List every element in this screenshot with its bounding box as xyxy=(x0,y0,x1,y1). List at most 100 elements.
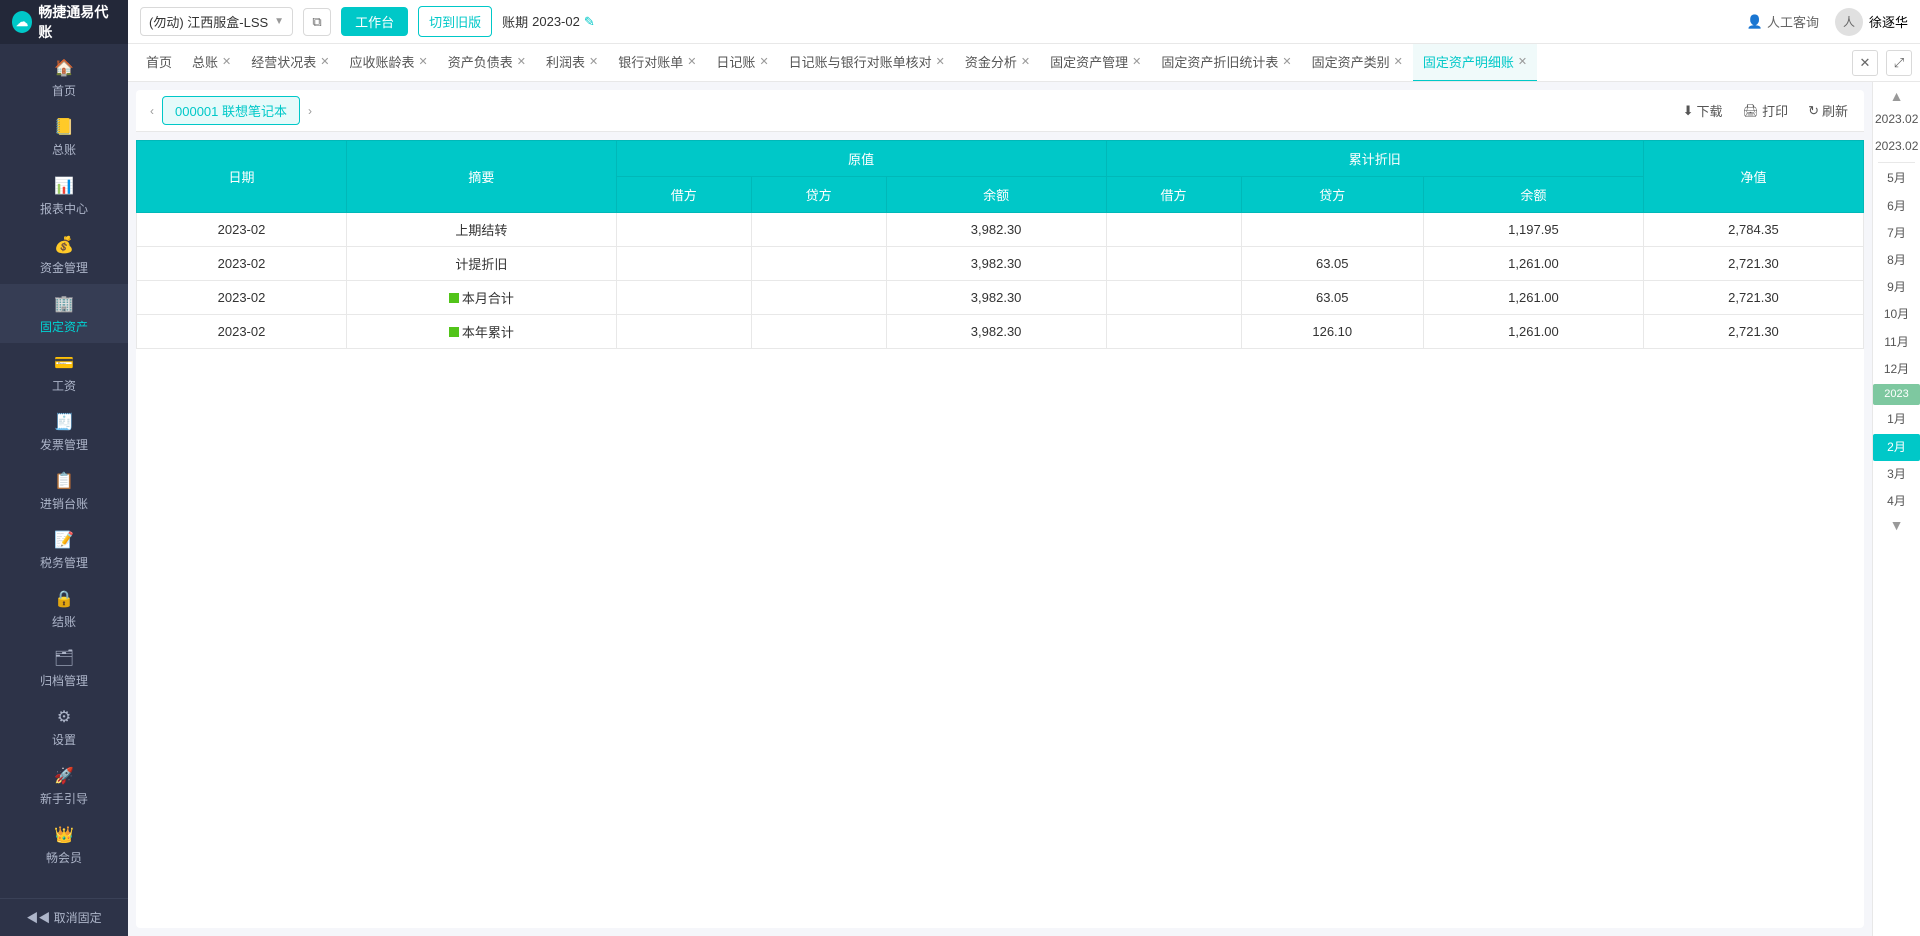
sidebar-item-closing[interactable]: 🔒 结账 xyxy=(0,579,128,638)
tab-ledger[interactable]: 总账✕ xyxy=(182,44,241,82)
cell-date: 2023-02 xyxy=(137,213,347,247)
sidebar-item-home[interactable]: 🏠 首页 xyxy=(0,48,128,107)
workbench-button[interactable]: 工作台 xyxy=(341,7,408,36)
th-accum-credit: 贷方 xyxy=(1241,177,1423,213)
asset-nav-item[interactable]: 000001 联想笔记本 xyxy=(162,96,300,125)
tab-journal-bank[interactable]: 日记账与银行对账单核对 ✕ xyxy=(779,44,955,82)
side-panel-month-m5[interactable]: 5月 xyxy=(1873,165,1920,192)
cell-orig-debit xyxy=(616,281,751,315)
sidebar-item-sales[interactable]: 📋 进销台账 xyxy=(0,461,128,520)
maximize-button[interactable]: ⤢ xyxy=(1886,50,1912,76)
tab-close-profit[interactable]: ✕ xyxy=(589,55,598,68)
sidebar-item-member[interactable]: 👑 畅会员 xyxy=(0,815,128,874)
side-panel-month2-m3[interactable]: 3月 xyxy=(1873,461,1920,488)
sidebar-item-guide[interactable]: 🚀 新手引导 xyxy=(0,756,128,815)
cell-accum-debit xyxy=(1106,247,1241,281)
sidebar-footer[interactable]: ◀◀ 取消固定 xyxy=(0,898,128,936)
tab-fixed-mgmt[interactable]: 固定资产管理✕ xyxy=(1040,44,1151,82)
download-button[interactable]: ⬇ 下载 xyxy=(1677,97,1729,124)
tab-label-profit: 利润表 xyxy=(546,52,585,71)
copy-button[interactable]: ⧉ xyxy=(303,8,331,36)
company-arrow-icon: ▼ xyxy=(274,16,284,27)
tab-home[interactable]: 首页 xyxy=(136,44,182,82)
tab-biz-status[interactable]: 经营状况表 ✕ xyxy=(241,44,339,82)
tab-close-journal-bank[interactable]: ✕ xyxy=(936,55,945,68)
sidebar-item-reports[interactable]: 📊 报表中心 xyxy=(0,166,128,225)
side-panel-month-m12[interactable]: 12月 xyxy=(1873,356,1920,383)
home-icon: 🏠 xyxy=(54,58,74,78)
side-panel-2023-02-top[interactable]: 2023.02 xyxy=(1873,106,1920,133)
tab-close-fund-analysis[interactable]: ✕ xyxy=(1021,55,1030,68)
side-panel-month2-m2[interactable]: 2月 xyxy=(1873,434,1920,461)
tab-receivables[interactable]: 应收账龄表✕ xyxy=(339,44,437,82)
tab-fund-analysis[interactable]: 资金分析✕ xyxy=(955,44,1040,82)
cell-summary: 本月合计 xyxy=(346,281,616,315)
sidebar-item-tax[interactable]: 📝 税务管理 xyxy=(0,520,128,579)
tab-journal[interactable]: 日记账✕ xyxy=(706,44,778,82)
tab-close-receivables[interactable]: ✕ xyxy=(419,55,428,68)
closing-icon: 🔒 xyxy=(54,589,74,609)
tab-fixed-cat[interactable]: 固定资产类别✕ xyxy=(1302,44,1413,82)
side-panel-scroll-up[interactable]: ▲ xyxy=(1888,86,1906,106)
tab-fixed-depr[interactable]: 固定资产折旧统计表 ✕ xyxy=(1151,44,1301,82)
nav-prev-icon[interactable]: ‹ xyxy=(146,102,158,120)
refresh-button[interactable]: ↻ 刷新 xyxy=(1802,97,1854,124)
tab-close-biz-status[interactable]: ✕ xyxy=(320,55,329,68)
switch-version-button[interactable]: 切到旧版 xyxy=(418,6,492,37)
tab-label-fixed-depr: 固定资产折旧统计表 xyxy=(1161,52,1278,71)
tab-fixed-detail[interactable]: 固定资产明细账✕ xyxy=(1413,44,1537,82)
company-selector[interactable]: (勿动) 江西服盒-LSS ▼ xyxy=(140,7,293,36)
print-label: 打印 xyxy=(1762,101,1788,120)
user-menu[interactable]: 人 徐逐华 xyxy=(1835,8,1908,36)
tab-bank-stmt[interactable]: 银行对账单✕ xyxy=(608,44,706,82)
tab-close-journal[interactable]: ✕ xyxy=(759,55,768,68)
tab-close-balance[interactable]: ✕ xyxy=(517,55,526,68)
tab-close-bank-stmt[interactable]: ✕ xyxy=(687,55,696,68)
print-button[interactable]: 🖨 打印 xyxy=(1737,97,1795,124)
sidebar-item-funds[interactable]: 💰 资金管理 xyxy=(0,225,128,284)
side-panel-month-m8[interactable]: 8月 xyxy=(1873,247,1920,274)
settings-icon: ⚙ xyxy=(57,707,71,727)
download-label: 下载 xyxy=(1697,101,1723,120)
summary-tag: 本年累计 xyxy=(449,322,514,341)
tab-close-fixed-depr[interactable]: ✕ xyxy=(1282,55,1291,68)
cell-orig-balance: 3,982.30 xyxy=(886,213,1106,247)
side-panel-month-m6[interactable]: 6月 xyxy=(1873,193,1920,220)
green-square-icon xyxy=(449,327,459,337)
sidebar-item-invoice[interactable]: 🧾 发票管理 xyxy=(0,402,128,461)
green-square-icon xyxy=(449,293,459,303)
close-all-button[interactable]: ✕ xyxy=(1852,50,1878,76)
guide-icon: 🚀 xyxy=(54,766,74,786)
topbar: (勿动) 江西服盒-LSS ▼ ⧉ 工作台 切到旧版 账期 2023-02 ✎ … xyxy=(128,0,1920,44)
nav-next-icon[interactable]: › xyxy=(304,102,316,120)
sub-nav-actions: ⬇ 下载 🖨 打印 ↻ 刷新 xyxy=(1677,97,1854,124)
tab-balance[interactable]: 资产负债表✕ xyxy=(438,44,536,82)
side-panel-month2-m4[interactable]: 4月 xyxy=(1873,488,1920,515)
side-panel-month-m9[interactable]: 9月 xyxy=(1873,274,1920,301)
sidebar-item-archive[interactable]: 🗂 归档管理 xyxy=(0,638,128,697)
tab-label-biz-status: 经营状况表 xyxy=(251,52,316,71)
sidebar-item-salary[interactable]: 💳 工资 xyxy=(0,343,128,402)
th-net-value: 净值 xyxy=(1643,141,1863,213)
side-panel-month2-m1[interactable]: 1月 xyxy=(1873,406,1920,433)
side-panel-2023-02-dup[interactable]: 2023.02 xyxy=(1873,133,1920,160)
side-panel-month-m10[interactable]: 10月 xyxy=(1873,301,1920,328)
side-panel-scroll-down[interactable]: ▼ xyxy=(1888,515,1906,535)
th-summary: 摘要 xyxy=(346,141,616,213)
side-panel-month-m11[interactable]: 11月 xyxy=(1873,329,1920,356)
tab-close-fixed-detail[interactable]: ✕ xyxy=(1518,55,1527,68)
tab-profit[interactable]: 利润表 ✕ xyxy=(536,44,608,82)
tab-label-journal-bank: 日记账与银行对账单核对 xyxy=(789,52,932,71)
asset-code-label: 000001 联想笔记本 xyxy=(175,104,287,119)
side-panel-month-m7[interactable]: 7月 xyxy=(1873,220,1920,247)
tab-close-ledger[interactable]: ✕ xyxy=(222,55,231,68)
unpin-label: ◀◀ 取消固定 xyxy=(26,909,101,926)
tab-close-fixed-mgmt[interactable]: ✕ xyxy=(1132,55,1141,68)
sidebar-item-fixed-assets[interactable]: 🏢 固定资产 xyxy=(0,284,128,343)
sidebar-item-ledger[interactable]: 📒 总账 xyxy=(0,107,128,166)
service-button[interactable]: 👤 人工客询 xyxy=(1747,12,1819,31)
tab-close-fixed-cat[interactable]: ✕ xyxy=(1394,55,1403,68)
sidebar-item-settings[interactable]: ⚙ 设置 xyxy=(0,697,128,756)
period-edit-icon[interactable]: ✎ xyxy=(584,14,595,30)
member-icon: 👑 xyxy=(54,825,74,845)
